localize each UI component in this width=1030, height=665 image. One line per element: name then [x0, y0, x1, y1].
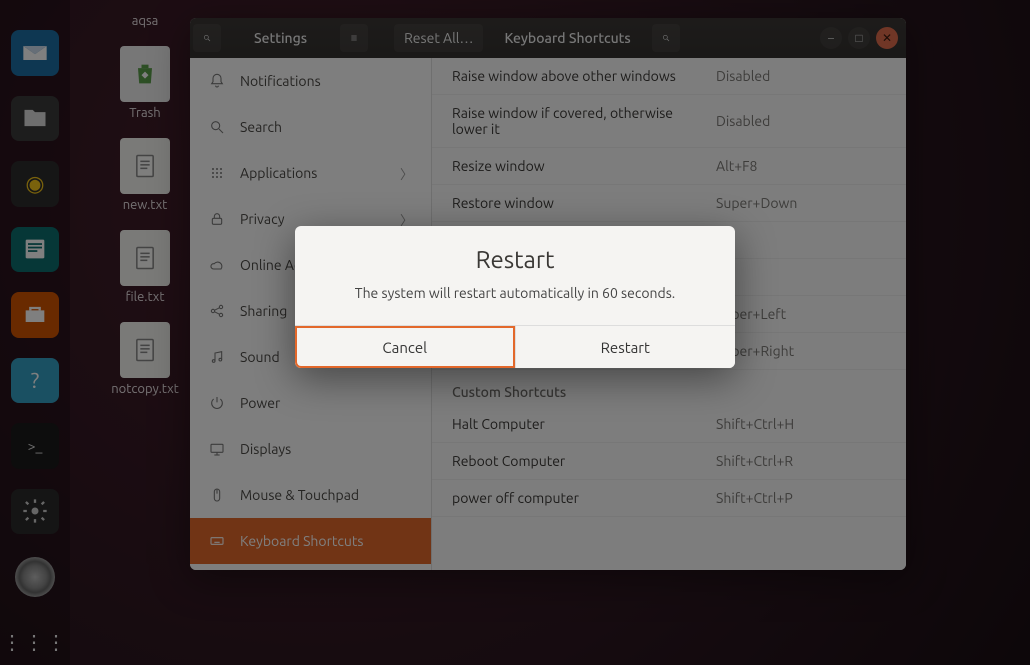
dialog-title: Restart: [295, 226, 735, 281]
cancel-button[interactable]: Cancel: [295, 326, 515, 368]
restart-dialog: Restart The system will restart automati…: [295, 226, 735, 368]
restart-button[interactable]: Restart: [515, 326, 736, 368]
modal-overlay: Restart The system will restart automati…: [0, 0, 1030, 665]
dialog-message: The system will restart automatically in…: [295, 281, 735, 325]
dialog-buttons: Cancel Restart: [295, 325, 735, 368]
